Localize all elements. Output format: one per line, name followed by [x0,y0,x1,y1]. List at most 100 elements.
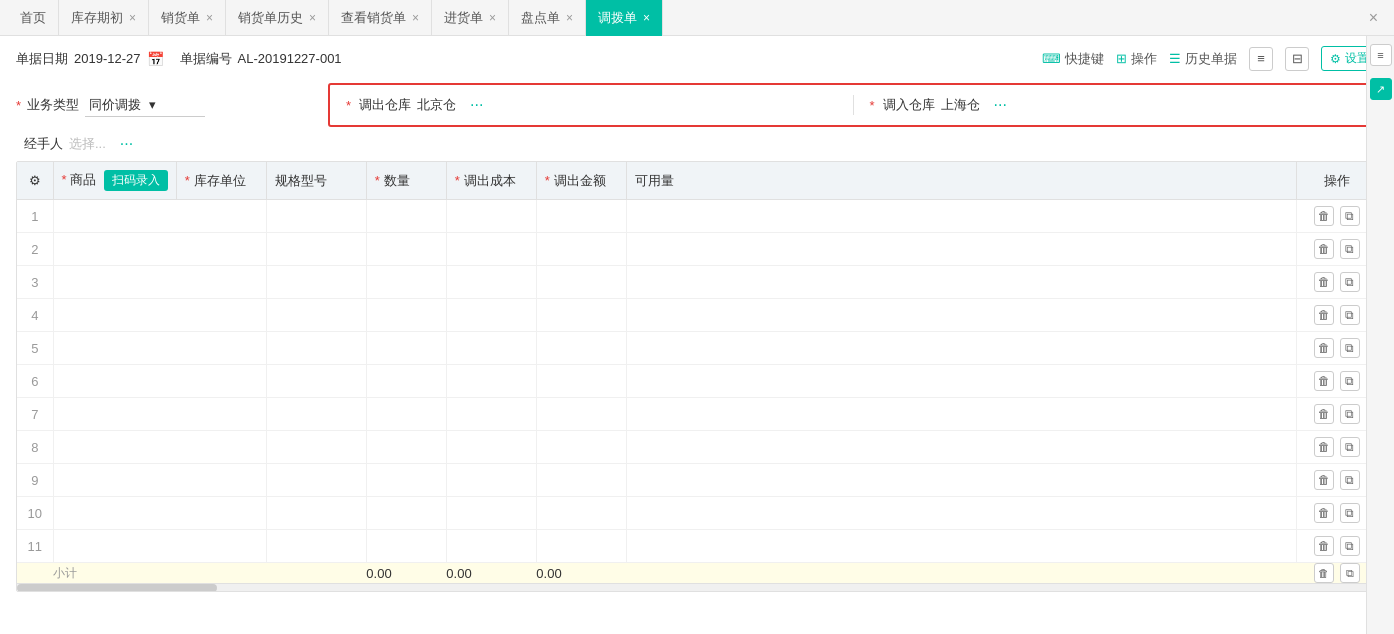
row-cost-6[interactable] [446,365,536,398]
tab-inventory-check[interactable]: 盘点单 × [509,0,586,36]
row-available-11[interactable] [626,530,1296,563]
th-gear[interactable]: ⚙ [17,162,53,200]
row-qty-7[interactable] [366,398,446,431]
row-copy-9[interactable]: ⧉ [1340,470,1360,490]
tab-transfer-order[interactable]: 调拨单 × [586,0,663,36]
row-qty-3[interactable] [366,266,446,299]
footer-copy-icon[interactable]: ⧉ [1340,563,1360,583]
tab-inventory-init[interactable]: 库存期初 × [59,0,149,36]
row-available-8[interactable] [626,431,1296,464]
window-close-button[interactable]: × [1361,9,1386,27]
row-copy-4[interactable]: ⧉ [1340,305,1360,325]
row-copy-1[interactable]: ⧉ [1340,206,1360,226]
row-product-8[interactable] [53,431,266,464]
row-available-5[interactable] [626,332,1296,365]
row-available-6[interactable] [626,365,1296,398]
row-product-4[interactable] [53,299,266,332]
row-copy-6[interactable]: ⧉ [1340,371,1360,391]
row-available-7[interactable] [626,398,1296,431]
row-qty-6[interactable] [366,365,446,398]
row-amount-9[interactable] [536,464,626,497]
row-copy-8[interactable]: ⧉ [1340,437,1360,457]
footer-delete-icon[interactable]: 🗑 [1314,563,1334,583]
row-product-10[interactable] [53,497,266,530]
row-delete-5[interactable]: 🗑 [1314,338,1334,358]
operator-input[interactable]: 选择... [69,135,106,153]
row-delete-1[interactable]: 🗑 [1314,206,1334,226]
row-amount-2[interactable] [536,233,626,266]
shortcuts-item[interactable]: ⌨ 快捷键 [1042,50,1104,68]
row-qty-1[interactable] [366,200,446,233]
row-unit-2[interactable] [266,233,366,266]
row-available-2[interactable] [626,233,1296,266]
row-amount-1[interactable] [536,200,626,233]
scrollbar-thumb[interactable] [17,584,217,592]
row-qty-2[interactable] [366,233,446,266]
row-amount-7[interactable] [536,398,626,431]
row-amount-10[interactable] [536,497,626,530]
operator-more-btn[interactable]: ··· [120,135,133,153]
row-copy-11[interactable]: ⧉ [1340,536,1360,556]
tab-close-inventory-check[interactable]: × [566,11,573,25]
tab-sales-order[interactable]: 销货单 × [149,0,226,36]
row-product-9[interactable] [53,464,266,497]
row-copy-3[interactable]: ⧉ [1340,272,1360,292]
tab-close-transfer-order[interactable]: × [643,11,650,25]
tab-sales-history[interactable]: 销货单历史 × [226,0,329,36]
row-copy-10[interactable]: ⧉ [1340,503,1360,523]
row-amount-8[interactable] [536,431,626,464]
row-available-10[interactable] [626,497,1296,530]
row-delete-10[interactable]: 🗑 [1314,503,1334,523]
row-unit-7[interactable] [266,398,366,431]
row-product-11[interactable] [53,530,266,563]
tab-close-view-sales[interactable]: × [412,11,419,25]
tab-home[interactable]: 首页 [8,0,59,36]
row-cost-8[interactable] [446,431,536,464]
row-cost-10[interactable] [446,497,536,530]
row-cost-5[interactable] [446,332,536,365]
row-unit-3[interactable] [266,266,366,299]
row-cost-7[interactable] [446,398,536,431]
layout-icon-btn-1[interactable]: ≡ [1249,47,1273,71]
row-delete-7[interactable]: 🗑 [1314,404,1334,424]
row-unit-1[interactable] [266,200,366,233]
row-available-1[interactable] [626,200,1296,233]
row-copy-7[interactable]: ⧉ [1340,404,1360,424]
row-amount-6[interactable] [536,365,626,398]
row-available-3[interactable] [626,266,1296,299]
layout-icon-btn-2[interactable]: ⊟ [1285,47,1309,71]
row-amount-3[interactable] [536,266,626,299]
row-product-2[interactable] [53,233,266,266]
row-product-1[interactable] [53,200,266,233]
row-product-7[interactable] [53,398,266,431]
row-unit-9[interactable] [266,464,366,497]
row-delete-9[interactable]: 🗑 [1314,470,1334,490]
operations-item[interactable]: ⊞ 操作 [1116,50,1157,68]
right-panel-list-btn[interactable]: ≡ [1370,44,1392,66]
row-qty-5[interactable] [366,332,446,365]
row-product-6[interactable] [53,365,266,398]
horizontal-scrollbar[interactable] [17,583,1377,591]
row-qty-10[interactable] [366,497,446,530]
row-unit-4[interactable] [266,299,366,332]
tab-close-inventory-init[interactable]: × [129,11,136,25]
row-qty-9[interactable] [366,464,446,497]
tab-close-purchase-order[interactable]: × [489,11,496,25]
row-unit-10[interactable] [266,497,366,530]
warehouse-in-more-btn[interactable]: ··· [994,96,1007,114]
warehouse-out-more-btn[interactable]: ··· [470,96,483,114]
row-delete-11[interactable]: 🗑 [1314,536,1334,556]
row-unit-5[interactable] [266,332,366,365]
row-amount-5[interactable] [536,332,626,365]
tab-close-sales-order[interactable]: × [206,11,213,25]
row-cost-2[interactable] [446,233,536,266]
scan-button[interactable]: 扫码录入 [104,170,168,191]
row-cost-1[interactable] [446,200,536,233]
row-available-9[interactable] [626,464,1296,497]
row-unit-6[interactable] [266,365,366,398]
row-cost-4[interactable] [446,299,536,332]
row-cost-11[interactable] [446,530,536,563]
right-panel-export-btn[interactable]: ↗ [1370,78,1392,100]
row-amount-4[interactable] [536,299,626,332]
row-copy-5[interactable]: ⧉ [1340,338,1360,358]
